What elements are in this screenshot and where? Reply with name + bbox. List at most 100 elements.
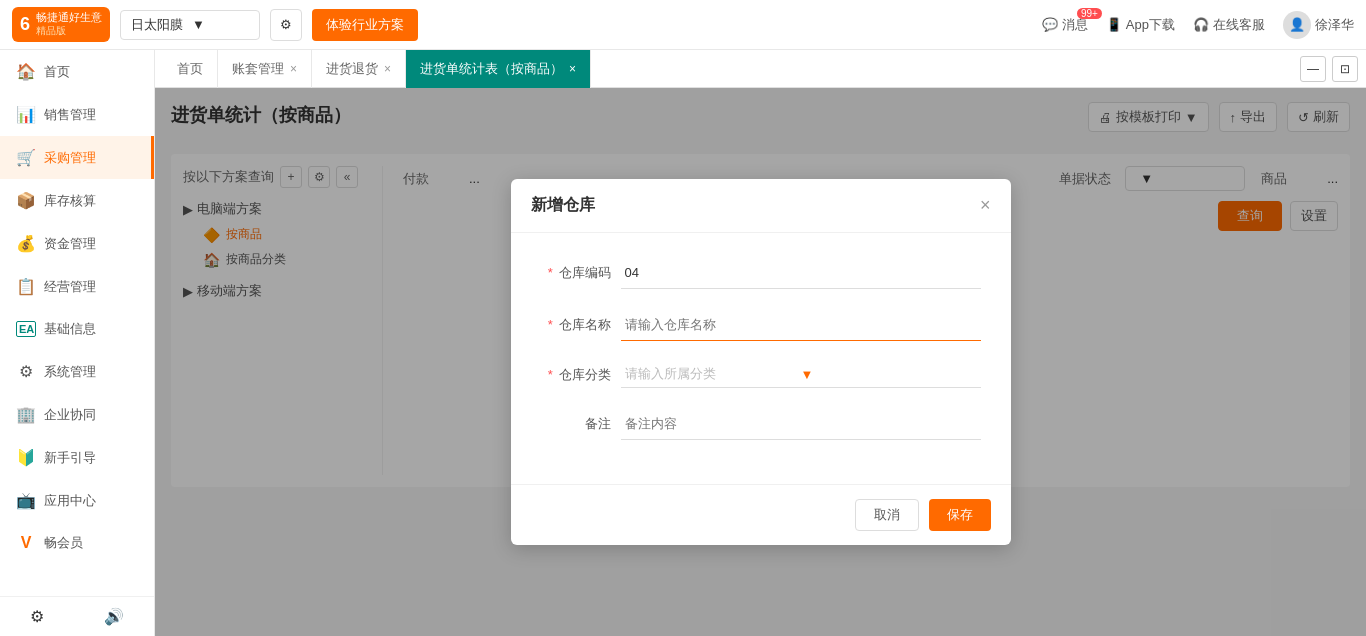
tab-home[interactable]: 首页 (163, 50, 218, 88)
sidebar-item-purchase[interactable]: 🛒 采购管理 (0, 136, 154, 179)
online-service-button[interactable]: 🎧 在线客服 (1193, 16, 1265, 34)
warehouse-category-dropdown-icon: ▼ (801, 367, 977, 382)
sidebar-item-system[interactable]: ⚙ 系统管理 (0, 350, 154, 393)
app-sub: 精品版 (36, 24, 102, 38)
sidebar-settings-icon[interactable]: ⚙ (30, 607, 44, 626)
phone-icon: 📱 (1106, 17, 1122, 32)
finance-icon: 💰 (16, 234, 36, 253)
logo-icon: 6 (20, 14, 30, 35)
page-content: 进货单统计（按商品） 🖨 按模板打印 ▼ ↑ 导出 ↺ 刷新 (155, 88, 1366, 636)
sidebar-label-basic-info: 基础信息 (44, 320, 96, 338)
required-icon-code: * (548, 265, 553, 280)
warehouse-code-label: * 仓库编码 (541, 264, 621, 282)
sidebar-label-operations: 经营管理 (44, 278, 96, 296)
sidebar-label-sales: 销售管理 (44, 106, 96, 124)
app-download-button[interactable]: 📱 App下载 (1106, 16, 1175, 34)
username: 徐泽华 (1315, 16, 1354, 34)
tab-accounts[interactable]: 账套管理 × (218, 50, 312, 88)
tab-home-label: 首页 (177, 60, 203, 78)
message-icon: 💬 (1042, 17, 1058, 32)
tab-purchase-stat[interactable]: 进货单统计表（按商品） × (406, 50, 591, 88)
cancel-button[interactable]: 取消 (855, 499, 919, 531)
tabs-minimize-btn[interactable]: — (1300, 56, 1326, 82)
system-icon: ⚙ (16, 362, 36, 381)
sidebar-item-basic-info[interactable]: EA 基础信息 (0, 308, 154, 350)
dialog-close-button[interactable]: × (980, 195, 991, 216)
top-right-area: 💬 消息 99+ 📱 App下载 🎧 在线客服 👤 徐泽华 (1042, 11, 1354, 39)
warehouse-category-label: * 仓库分类 (541, 366, 621, 384)
logo-area: 6 畅捷通好生意 精品版 (12, 7, 110, 42)
dialog-header: 新增仓库 × (511, 179, 1011, 233)
sidebar-label-home: 首页 (44, 63, 70, 81)
tab-purchase-stat-close[interactable]: × (569, 62, 576, 76)
required-icon-category: * (548, 367, 553, 382)
tab-accounts-close[interactable]: × (290, 62, 297, 76)
sidebar-label-vip: 畅会员 (44, 534, 83, 552)
store-selector[interactable]: 日太阳膜 ▼ (120, 10, 260, 40)
basic-info-icon: EA (16, 321, 36, 337)
tabs-bar: 首页 账套管理 × 进货退货 × 进货单统计表（按商品） × — ⊡ (155, 50, 1366, 88)
add-warehouse-dialog: 新增仓库 × * 仓库编码 (511, 179, 1011, 545)
avatar: 👤 (1283, 11, 1311, 39)
guide-icon: 🔰 (16, 448, 36, 467)
notes-label: 备注 (541, 415, 621, 433)
notes-input[interactable] (621, 408, 981, 440)
sidebar-item-guide[interactable]: 🔰 新手引导 (0, 436, 154, 479)
tabs-expand-btn[interactable]: ⊡ (1332, 56, 1358, 82)
app-name: 畅捷通好生意 (36, 11, 102, 24)
purchase-icon: 🛒 (16, 148, 36, 167)
sidebar-item-vip[interactable]: V 畅会员 (0, 522, 154, 564)
required-icon-name: * (548, 317, 553, 332)
top-bar: 6 畅捷通好生意 精品版 日太阳膜 ▼ ⚙ 体验行业方案 💬 消息 99+ 📱 … (0, 0, 1366, 50)
overlay: 新增仓库 × * 仓库编码 (155, 88, 1366, 636)
sidebar-item-sales[interactable]: 📊 销售管理 (0, 93, 154, 136)
tab-purchase-return-label: 进货退货 (326, 60, 378, 78)
settings-button[interactable]: ⚙ (270, 9, 302, 41)
sidebar-item-home[interactable]: 🏠 首页 (0, 50, 154, 93)
sidebar-item-enterprise[interactable]: 🏢 企业协同 (0, 393, 154, 436)
warehouse-code-input[interactable] (621, 257, 981, 289)
sidebar-label-system: 系统管理 (44, 363, 96, 381)
sidebar-label-enterprise: 企业协同 (44, 406, 96, 424)
inventory-icon: 📦 (16, 191, 36, 210)
gear-icon: ⚙ (280, 17, 292, 32)
sidebar-label-finance: 资金管理 (44, 235, 96, 253)
tab-purchase-return[interactable]: 进货退货 × (312, 50, 406, 88)
warehouse-name-label: * 仓库名称 (541, 316, 621, 334)
vip-icon: V (16, 534, 36, 552)
sales-icon: 📊 (16, 105, 36, 124)
warehouse-category-placeholder: 请输入所属分类 (625, 365, 801, 383)
form-item-code: * 仓库编码 (541, 257, 981, 289)
home-icon: 🏠 (16, 62, 36, 81)
sidebar-item-app-center[interactable]: 📺 应用中心 (0, 479, 154, 522)
operations-icon: 📋 (16, 277, 36, 296)
save-button[interactable]: 保存 (929, 499, 991, 531)
warehouse-name-input[interactable] (621, 309, 981, 341)
warehouse-category-select[interactable]: 请输入所属分类 ▼ (621, 361, 981, 388)
user-area[interactable]: 👤 徐泽华 (1283, 11, 1354, 39)
tab-purchase-return-close[interactable]: × (384, 62, 391, 76)
sidebar-label-purchase: 采购管理 (44, 149, 96, 167)
dialog-footer: 取消 保存 (511, 484, 1011, 545)
sidebar-sound-icon[interactable]: 🔊 (104, 607, 124, 626)
sidebar-bottom: ⚙ 🔊 (0, 596, 154, 636)
online-service-label: 在线客服 (1213, 16, 1265, 34)
dialog-body: * 仓库编码 * 仓库名称 (511, 233, 1011, 484)
message-button[interactable]: 💬 消息 99+ (1042, 16, 1088, 34)
tab-purchase-stat-label: 进货单统计表（按商品） (420, 60, 563, 78)
sidebar-label-app-center: 应用中心 (44, 492, 96, 510)
sidebar-item-inventory[interactable]: 📦 库存核算 (0, 179, 154, 222)
form-item-category: * 仓库分类 请输入所属分类 ▼ (541, 361, 981, 388)
sidebar-label-inventory: 库存核算 (44, 192, 96, 210)
enterprise-icon: 🏢 (16, 405, 36, 424)
main-layout: 🏠 首页 📊 销售管理 🛒 采购管理 📦 库存核算 💰 资金管理 📋 经营管理 … (0, 50, 1366, 636)
sidebar: 🏠 首页 📊 销售管理 🛒 采购管理 📦 库存核算 💰 资金管理 📋 经营管理 … (0, 50, 155, 636)
content-area: 首页 账套管理 × 进货退货 × 进货单统计表（按商品） × — ⊡ 进货单统计… (155, 50, 1366, 636)
form-item-notes: 备注 (541, 408, 981, 440)
tab-accounts-label: 账套管理 (232, 60, 284, 78)
sidebar-label-guide: 新手引导 (44, 449, 96, 467)
trial-button[interactable]: 体验行业方案 (312, 9, 418, 41)
sidebar-item-finance[interactable]: 💰 资金管理 (0, 222, 154, 265)
sidebar-item-operations[interactable]: 📋 经营管理 (0, 265, 154, 308)
tabs-actions: — ⊡ (1300, 56, 1358, 82)
